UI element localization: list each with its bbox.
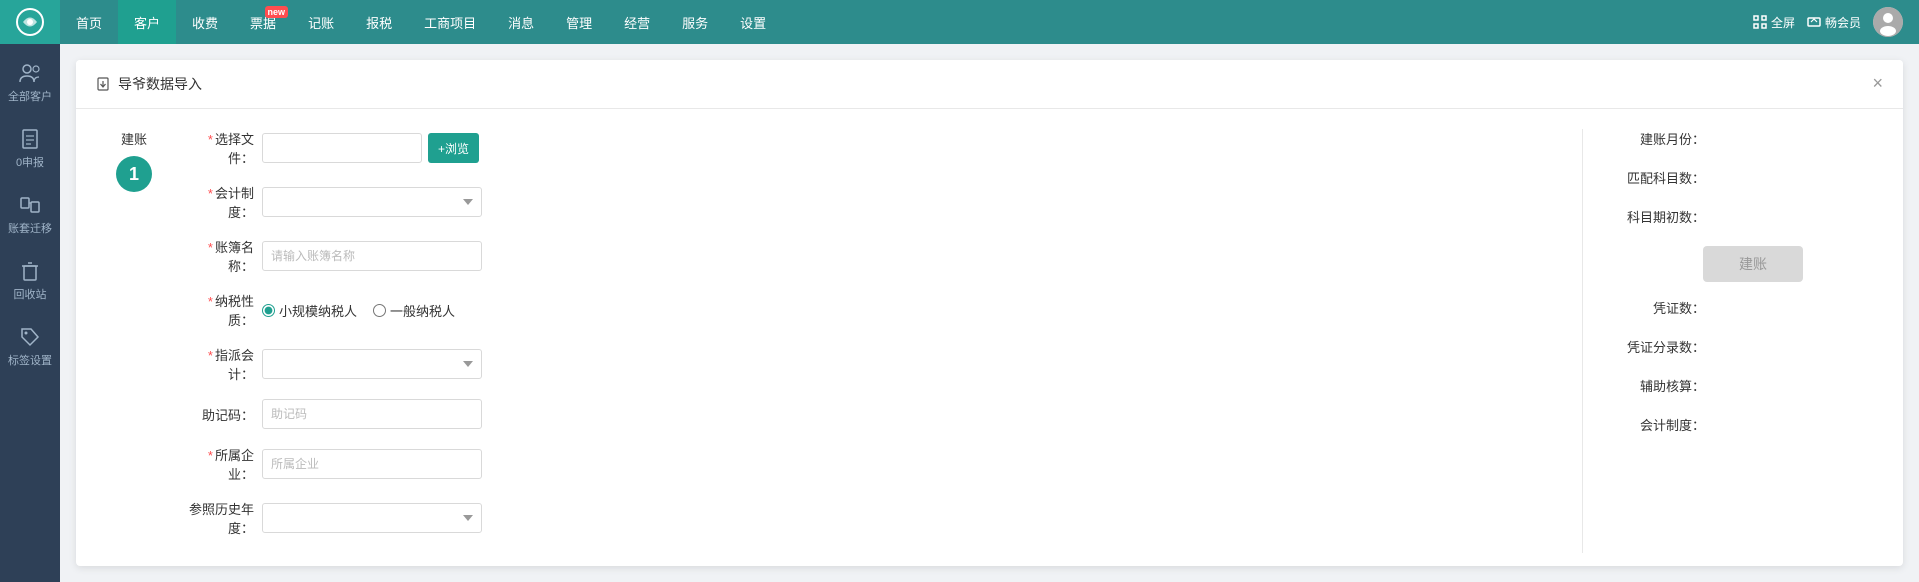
top-navigation: 首页 客户 收费 票据 new 记账 报税 工商项目 消息 管理 经营 服务 设… <box>0 0 1919 44</box>
form-divider <box>1582 129 1583 553</box>
month-label: 建账月份： <box>1623 129 1713 148</box>
sidebar-item-all-clients[interactable]: 全部客户 <box>0 52 60 114</box>
nav-item-invoice[interactable]: 票据 new <box>234 0 292 44</box>
vip-icon <box>1807 15 1821 29</box>
app-logo <box>0 0 60 44</box>
dialog-panel: 导爷数据导入 × 建账 1 选择文件： +浏览 <box>76 60 1903 566</box>
sidebar-item-tag-settings[interactable]: 标签设置 <box>0 316 60 378</box>
ledger-row: 账簿名称： <box>182 237 1542 275</box>
company-input[interactable] <box>262 449 482 479</box>
step-section: 建账 1 <box>76 129 182 192</box>
avatar[interactable] <box>1873 7 1903 37</box>
tax-label: 纳税性质： <box>182 291 262 329</box>
accounting-row: 会计制度： <box>182 183 1542 221</box>
nav-item-bookkeeping[interactable]: 记账 <box>292 0 350 44</box>
left-form: 选择文件： +浏览 会计制度： 账簿名称： <box>182 129 1562 553</box>
nav-menu: 首页 客户 收费 票据 new 记账 报税 工商项目 消息 管理 经营 服务 设… <box>60 0 1753 44</box>
nav-item-message[interactable]: 消息 <box>492 0 550 44</box>
nav-item-service[interactable]: 服务 <box>666 0 724 44</box>
avatar-icon <box>1873 7 1903 37</box>
accountant-row: 指派会计： <box>182 345 1542 383</box>
accounting-label: 会计制度： <box>182 183 262 221</box>
acc-sys-row: 会计制度： <box>1623 415 1883 434</box>
browse-button[interactable]: +浏览 <box>428 133 479 163</box>
tax-small-radio[interactable]: 小规模纳税人 <box>262 301 357 320</box>
history-select[interactable] <box>262 503 482 533</box>
tax-row: 纳税性质： 小规模纳税人 一般纳税人 <box>182 291 1542 329</box>
fullscreen-icon <box>1753 15 1767 29</box>
voucher-label: 凭证数： <box>1623 298 1713 317</box>
voucher-count-label: 凭证分录数： <box>1623 337 1713 356</box>
accountant-select[interactable] <box>262 349 482 379</box>
file-input[interactable] <box>262 133 422 163</box>
form-area: 建账 1 选择文件： +浏览 会计制度： <box>76 109 1903 566</box>
history-label: 参照历史年度： <box>182 499 262 537</box>
vip-button[interactable]: 畅会员 <box>1807 14 1861 31</box>
month-row: 建账月份： <box>1623 129 1883 148</box>
transfer-icon <box>19 194 41 216</box>
memo-label: 助记码： <box>182 405 262 424</box>
nav-item-client[interactable]: 客户 <box>118 0 176 44</box>
nav-right-area: 全屏 畅会员 <box>1753 7 1919 37</box>
voucher-count-row: 凭证分录数： <box>1623 337 1883 356</box>
tag-icon <box>19 326 41 348</box>
sidebar-item-zero-report[interactable]: 0申报 <box>0 118 60 180</box>
nav-item-business[interactable]: 工商项目 <box>408 0 492 44</box>
right-info: 建账月份： 匹配科目数： 科目期初数： 建账 凭证数： <box>1603 129 1903 553</box>
file-input-group: +浏览 <box>262 133 479 163</box>
fullscreen-button[interactable]: 全屏 <box>1753 14 1795 31</box>
nav-item-manage[interactable]: 管理 <box>550 0 608 44</box>
aux-row: 辅助核算： <box>1623 376 1883 395</box>
voucher-row: 凭证数： <box>1623 298 1883 317</box>
sidebar: 全部客户 0申报 账套迁移 回收站 标签设置 <box>0 44 60 582</box>
step-area: 建账 1 <box>76 129 182 553</box>
nav-item-fee[interactable]: 收费 <box>176 0 234 44</box>
ledger-label: 账簿名称： <box>182 237 262 275</box>
period-row: 科目期初数： <box>1623 207 1883 226</box>
build-btn-area: 建账 <box>1623 246 1883 282</box>
report-icon <box>19 128 41 150</box>
match-row: 匹配科目数： <box>1623 168 1883 187</box>
accountant-label: 指派会计： <box>182 345 262 383</box>
memo-input[interactable] <box>262 399 482 429</box>
nav-item-settings[interactable]: 设置 <box>724 0 782 44</box>
dialog-title: 导爷数据导入 <box>96 74 202 94</box>
ledger-input[interactable] <box>262 241 482 271</box>
company-label: 所属企业： <box>182 445 262 483</box>
import-icon <box>96 77 110 91</box>
close-button[interactable]: × <box>1872 74 1883 92</box>
sidebar-item-recycle[interactable]: 回收站 <box>0 250 60 312</box>
build-account-button[interactable]: 建账 <box>1703 246 1803 282</box>
match-label: 匹配科目数： <box>1623 168 1713 187</box>
memo-row: 助记码： <box>182 399 1542 429</box>
dialog-header: 导爷数据导入 × <box>76 60 1903 109</box>
tax-general-radio[interactable]: 一般纳税人 <box>373 301 455 320</box>
company-row: 所属企业： <box>182 445 1542 483</box>
acc-sys-label: 会计制度： <box>1623 415 1713 434</box>
file-row: 选择文件： +浏览 <box>182 129 1542 167</box>
tax-radio-group: 小规模纳税人 一般纳税人 <box>262 301 455 320</box>
file-label: 选择文件： <box>182 129 262 167</box>
new-badge: new <box>265 6 289 18</box>
nav-item-tax[interactable]: 报税 <box>350 0 408 44</box>
accounting-select[interactable] <box>262 187 482 217</box>
aux-label: 辅助核算： <box>1623 376 1713 395</box>
history-row: 参照历史年度： <box>182 499 1542 537</box>
users-icon <box>19 62 41 84</box>
trash-icon <box>19 260 41 282</box>
nav-item-operation[interactable]: 经营 <box>608 0 666 44</box>
sidebar-item-transfer[interactable]: 账套迁移 <box>0 184 60 246</box>
nav-item-home[interactable]: 首页 <box>60 0 118 44</box>
step-label: 建账 <box>121 129 147 148</box>
period-label: 科目期初数： <box>1623 207 1713 226</box>
step-circle: 1 <box>116 156 152 192</box>
main-content: 导爷数据导入 × 建账 1 选择文件： +浏览 <box>60 44 1919 582</box>
